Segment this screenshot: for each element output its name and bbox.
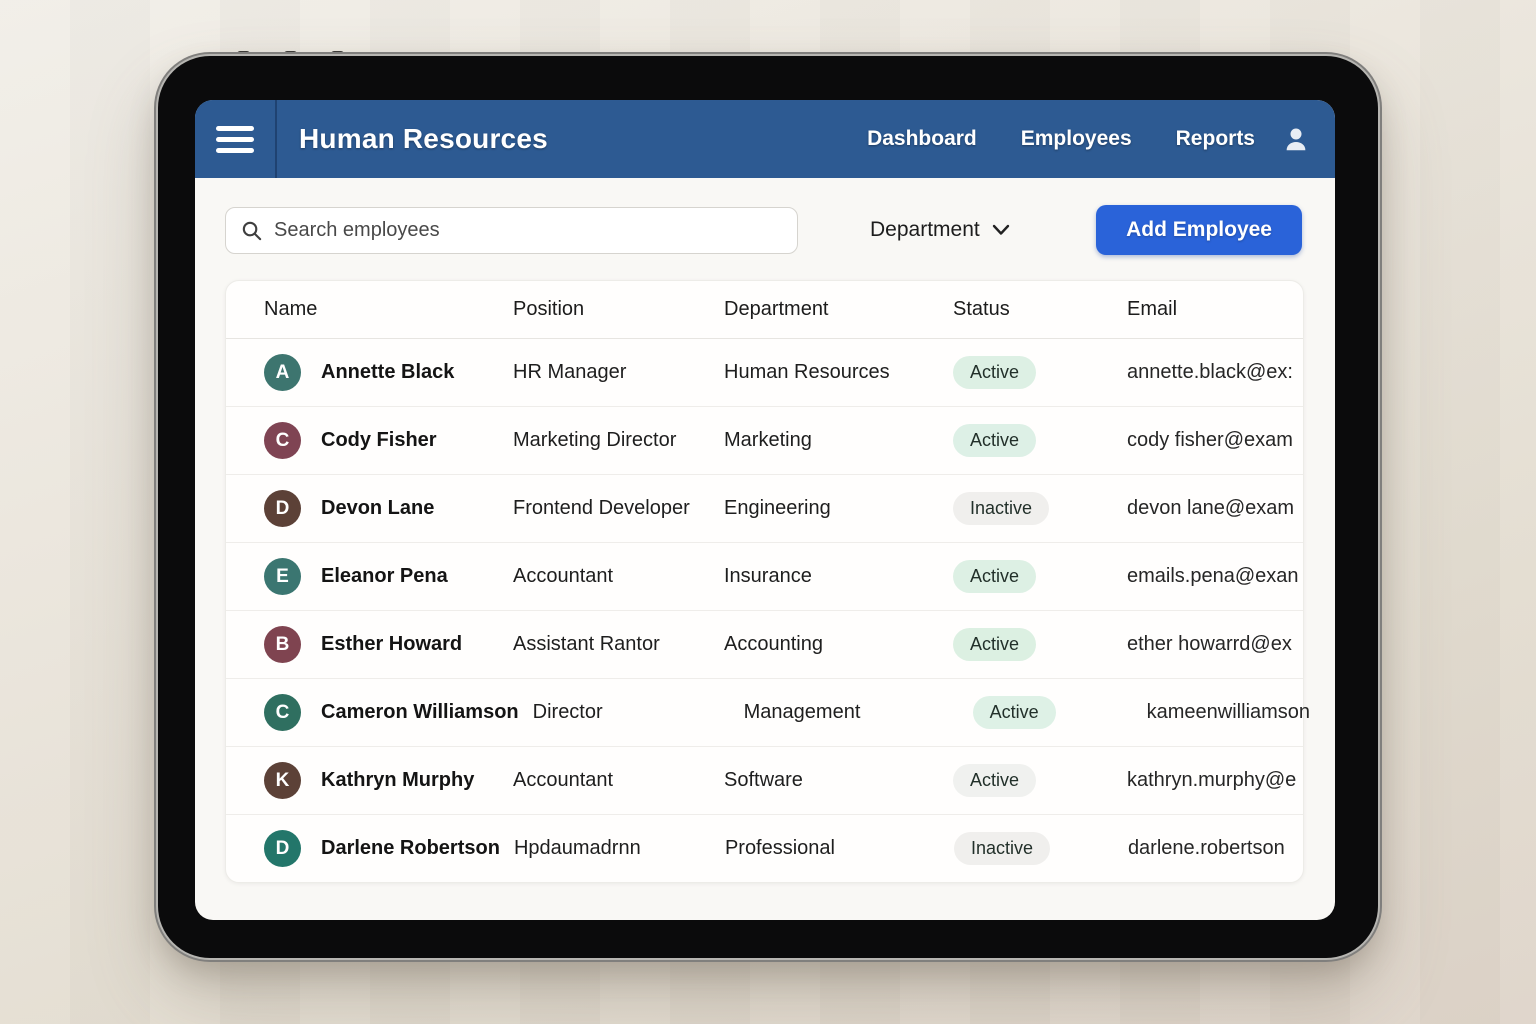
status-badge: Active [953, 356, 1037, 389]
employee-email: ether howarrd@ex [1127, 633, 1292, 655]
menu-icon [216, 147, 254, 153]
table-row[interactable]: C Cameron Williamson Director Management… [226, 679, 1310, 747]
table-row[interactable]: D Darlene Robertson Hpdaumadrnn Professi… [226, 815, 1303, 882]
avatar: C [264, 422, 301, 459]
column-header-email: Email [1127, 298, 1178, 320]
name-cell: E Eleanor Pena [264, 558, 513, 595]
employee-table: Name Position Department Status Email A … [225, 280, 1310, 883]
avatar: E [264, 558, 301, 595]
name-cell: C Cameron Williamson [264, 694, 533, 731]
column-header-department: Department [724, 298, 829, 320]
employee-department: Marketing [724, 429, 812, 451]
status-badge: Active [972, 696, 1056, 729]
app-screen: Human Resources Dashboard Employees Repo… [195, 100, 1335, 920]
app-header: Human Resources Dashboard Employees Repo… [195, 100, 1335, 178]
employee-department: Human Resources [724, 361, 890, 383]
top-nav: Dashboard Employees Reports [867, 127, 1255, 151]
search-icon [242, 221, 262, 240]
employee-email: darlene.robertson [1127, 837, 1285, 859]
user-profile-button[interactable] [1281, 124, 1311, 154]
employee-position: Accountant [513, 565, 614, 587]
search-box [225, 206, 798, 254]
nav-item-reports[interactable]: Reports [1176, 127, 1255, 151]
desk-background: Human Resources Dashboard Employees Repo… [0, 0, 1536, 1024]
employee-email: kathryn.murphy@e [1127, 769, 1297, 791]
employee-position: Marketing Director [513, 429, 677, 451]
employee-position: Hpdaumadrnn [513, 837, 641, 859]
status-badge: Inactive [953, 832, 1050, 865]
employee-table-body: A Annette Black HR Manager Human Resourc… [226, 339, 1310, 882]
table-row[interactable]: E Eleanor Pena Accountant Insurance Acti… [226, 543, 1303, 611]
employee-email: cody fisher@exam [1127, 429, 1293, 451]
employee-department: Software [724, 769, 803, 791]
employee-name: Cameron Williamson [321, 701, 519, 723]
avatar: K [264, 762, 301, 799]
employee-name: Kathryn Murphy [321, 769, 475, 791]
employee-name: Darlene Robertson [321, 837, 500, 859]
hamburger-menu-button[interactable] [195, 100, 277, 178]
table-row[interactable]: K Kathryn Murphy Accountant Software Act… [226, 747, 1303, 815]
column-header-name: Name [264, 298, 318, 320]
employee-department: Insurance [724, 565, 812, 587]
employee-department: Engineering [724, 497, 831, 519]
employee-position: Assistant Rantor [513, 633, 660, 655]
avatar: D [264, 830, 301, 867]
employee-position: Frontend Developer [513, 497, 690, 519]
search-input[interactable] [225, 206, 798, 254]
department-filter-dropdown[interactable]: Department [870, 218, 1010, 242]
status-badge: Active [953, 560, 1037, 593]
name-cell: D Devon Lane [264, 490, 513, 527]
table-header-row: Name Position Department Status Email [226, 281, 1303, 339]
employee-email: emails.pena@exan [1127, 565, 1299, 587]
employee-department: Management [743, 701, 861, 723]
table-row[interactable]: B Esther Howard Assistant Rantor Account… [226, 611, 1303, 679]
avatar: C [264, 694, 301, 731]
name-cell: B Esther Howard [264, 626, 513, 663]
menu-icon [216, 136, 254, 142]
status-badge: Active [953, 764, 1037, 797]
status-badge: Active [953, 628, 1037, 661]
employee-name: Devon Lane [321, 497, 435, 519]
employee-position: Director [532, 701, 603, 723]
toolbar: Department Add Employee [225, 205, 1302, 255]
status-badge: Active [953, 424, 1037, 457]
status-badge: Inactive [953, 492, 1050, 525]
menu-icon [216, 125, 254, 131]
employee-email: devon lane@exam [1127, 497, 1295, 519]
employee-name: Cody Fisher [321, 429, 437, 451]
column-header-position: Position [513, 298, 585, 320]
table-row[interactable]: C Cody Fisher Marketing Director Marketi… [226, 407, 1303, 475]
employee-name: Annette Black [321, 361, 455, 383]
user-icon [1286, 128, 1306, 151]
nav-item-dashboard[interactable]: Dashboard [867, 127, 977, 151]
column-header-status: Status [953, 298, 1010, 320]
avatar: A [264, 354, 301, 391]
employee-name: Esther Howard [321, 633, 463, 655]
employee-department: Accounting [724, 633, 823, 655]
name-cell: A Annette Black [264, 354, 513, 391]
table-row[interactable]: D Devon Lane Frontend Developer Engineer… [226, 475, 1303, 543]
employee-email: annette.black@ex: [1127, 361, 1293, 383]
add-employee-button[interactable]: Add Employee [1096, 205, 1302, 255]
chevron-down-icon [992, 224, 1009, 235]
employee-position: HR Manager [513, 361, 627, 383]
avatar: B [264, 626, 301, 663]
employee-department: Professional [724, 837, 835, 859]
name-cell: C Cody Fisher [264, 422, 513, 459]
employee-name: Eleanor Pena [321, 565, 448, 587]
name-cell: D Darlene Robertson [264, 830, 514, 867]
employee-email: kameenwilliamson [1146, 701, 1311, 723]
tablet-frame: Human Resources Dashboard Employees Repo… [158, 56, 1378, 958]
avatar: D [264, 490, 301, 527]
department-filter-label: Department [870, 218, 980, 241]
employee-position: Accountant [513, 769, 614, 791]
nav-item-employees[interactable]: Employees [1021, 127, 1132, 151]
page-title: Human Resources [299, 123, 548, 154]
name-cell: K Kathryn Murphy [264, 762, 513, 799]
table-row[interactable]: A Annette Black HR Manager Human Resourc… [226, 339, 1303, 407]
